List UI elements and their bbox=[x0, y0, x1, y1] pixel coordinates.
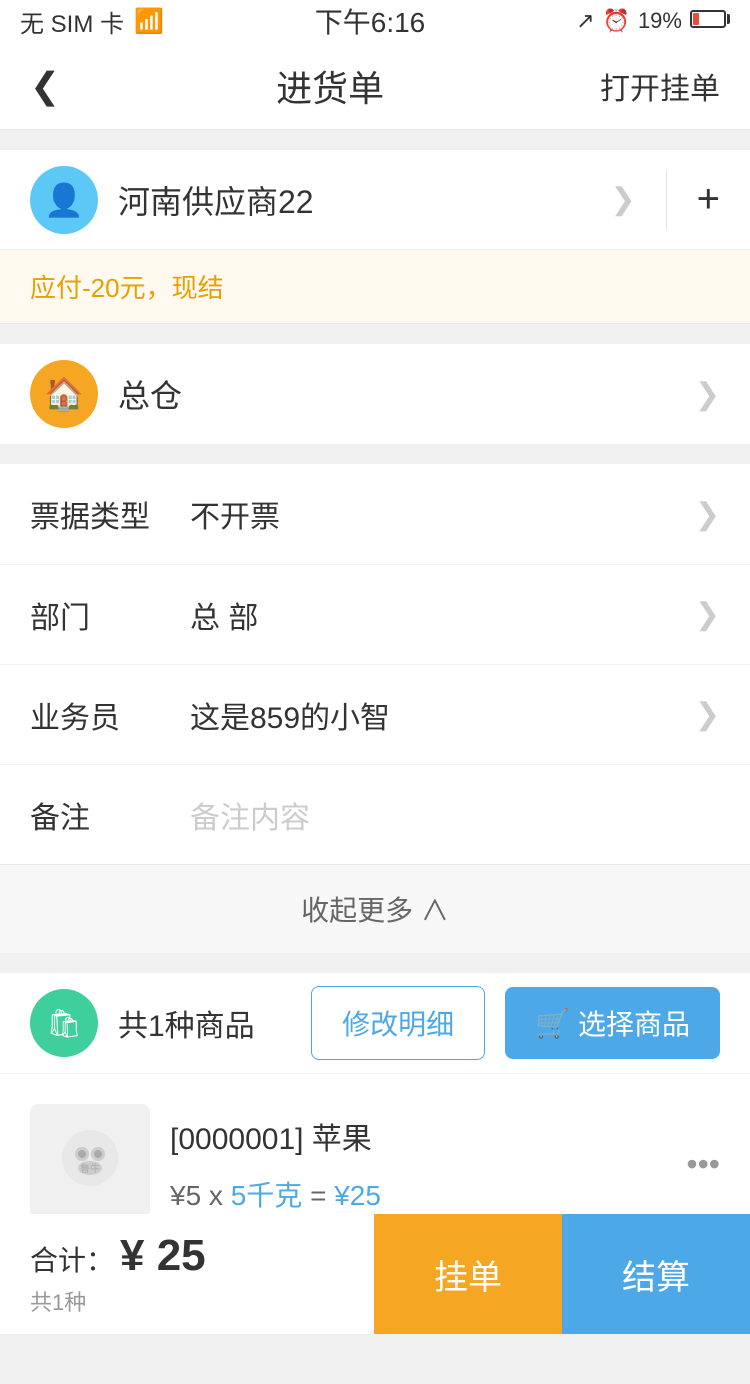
supplier-info: 👤 河南供应商22 bbox=[30, 166, 611, 234]
form-card: 票据类型 不开票 ❯ 部门 总 部 ❯ 业务员 这是859的小智 ❯ 备注 备注… bbox=[0, 464, 750, 953]
product-info: [0000001] 苹果 ¥5 x 5千克 = ¥25 bbox=[170, 1114, 666, 1214]
bag-icon: 🛍 bbox=[46, 1007, 82, 1040]
product-quantity: 5千克 bbox=[231, 1180, 303, 1211]
collapse-row[interactable]: 收起更多 ∧ bbox=[0, 864, 750, 953]
add-supplier-button[interactable]: + bbox=[697, 177, 720, 222]
supplier-row[interactable]: 👤 河南供应商22 ❯ + bbox=[0, 150, 750, 250]
warehouse-icon: 🏠 bbox=[30, 360, 98, 428]
invoice-type-chevron-icon: ❯ bbox=[695, 497, 720, 532]
back-button[interactable]: ❮ bbox=[30, 65, 60, 107]
product-more-button[interactable]: ••• bbox=[686, 1146, 720, 1183]
hang-button[interactable]: 挂单 bbox=[374, 1214, 562, 1334]
settle-button[interactable]: 结算 bbox=[562, 1214, 750, 1334]
supplier-avatar: 👤 bbox=[30, 166, 98, 234]
status-left: 无 SIM 卡 📶 bbox=[20, 4, 164, 39]
product-thumb-icon: 鲁牛 bbox=[60, 1128, 120, 1200]
cart-icon: 🛒 bbox=[535, 1007, 570, 1040]
battery-label: 19% bbox=[638, 8, 682, 34]
svg-text:鲁牛: 鲁牛 bbox=[80, 1162, 100, 1175]
product-price-row: ¥5 x 5千克 = ¥25 bbox=[170, 1174, 666, 1214]
wifi-icon: 📶 bbox=[134, 7, 164, 36]
warehouse-chevron-icon: ❯ bbox=[695, 377, 720, 412]
supplier-name: 河南供应商22 bbox=[118, 177, 314, 223]
product-total: ¥25 bbox=[334, 1180, 381, 1211]
divider bbox=[666, 170, 667, 230]
product-price: ¥5 x bbox=[170, 1180, 231, 1211]
status-time: 下午6:16 bbox=[315, 1, 426, 41]
total-label: 合计： bbox=[30, 1239, 114, 1279]
nav-bar: ❮ 进货单 打开挂单 bbox=[0, 42, 750, 130]
product-equals: = bbox=[310, 1180, 334, 1211]
total-amount: ¥ 25 bbox=[120, 1231, 206, 1281]
select-product-button[interactable]: 🛒 选择商品 bbox=[505, 987, 720, 1059]
salesperson-chevron-icon: ❯ bbox=[695, 697, 720, 732]
collapse-label: 收起更多 ∧ bbox=[301, 895, 449, 926]
remark-input[interactable]: 备注内容 bbox=[170, 793, 720, 837]
total-section: 合计： ¥ 25 共1种 bbox=[0, 1231, 374, 1317]
gap-2 bbox=[0, 324, 750, 344]
product-name: [0000001] 苹果 bbox=[170, 1114, 666, 1158]
battery-icon bbox=[690, 8, 730, 34]
department-row[interactable]: 部门 总 部 ❯ bbox=[0, 564, 750, 664]
department-label: 部门 bbox=[30, 593, 170, 637]
invoice-type-row[interactable]: 票据类型 不开票 ❯ bbox=[0, 464, 750, 564]
open-hang-button[interactable]: 打开挂单 bbox=[600, 64, 720, 108]
gap-4 bbox=[0, 953, 750, 973]
page-title: 进货单 bbox=[276, 60, 384, 112]
alert-text: 应付-20元，现结 bbox=[30, 273, 224, 303]
status-bar: 无 SIM 卡 📶 下午6:16 ↗ ⏰ 19% bbox=[0, 0, 750, 42]
alert-bar: 应付-20元，现结 bbox=[0, 250, 750, 324]
alarm-icon: ⏰ bbox=[603, 8, 630, 34]
invoice-type-value: 不开票 bbox=[170, 492, 695, 536]
salesperson-label: 业务员 bbox=[30, 693, 170, 737]
gap-1 bbox=[0, 130, 750, 150]
product-icon: 🛍 bbox=[30, 989, 98, 1057]
department-chevron-icon: ❯ bbox=[695, 597, 720, 632]
warehouse-card: 🏠 总仓 ❯ bbox=[0, 344, 750, 444]
sim-label: 无 SIM 卡 bbox=[20, 4, 124, 39]
total-sub: 共1种 bbox=[30, 1285, 344, 1317]
status-right: ↗ ⏰ 19% bbox=[576, 8, 730, 34]
edit-detail-button[interactable]: 修改明细 bbox=[311, 986, 485, 1060]
bottom-bar: 合计： ¥ 25 共1种 挂单 结算 bbox=[0, 1214, 750, 1334]
select-product-label: 选择商品 bbox=[578, 1003, 690, 1043]
product-count: 共1种商品 bbox=[118, 1001, 291, 1045]
department-value: 总 部 bbox=[170, 593, 695, 637]
warehouse-symbol: 🏠 bbox=[44, 375, 84, 413]
supplier-card: 👤 河南供应商22 ❯ + 应付-20元，现结 bbox=[0, 150, 750, 324]
invoice-type-label: 票据类型 bbox=[30, 492, 170, 536]
supplier-chevron-icon: ❯ bbox=[611, 182, 636, 217]
remark-label: 备注 bbox=[30, 793, 170, 837]
location-icon: ↗ bbox=[576, 8, 594, 34]
product-code: [0000001] bbox=[170, 1123, 312, 1156]
warehouse-name: 总仓 bbox=[118, 371, 695, 417]
salesperson-row[interactable]: 业务员 这是859的小智 ❯ bbox=[0, 664, 750, 764]
salesperson-value: 这是859的小智 bbox=[170, 693, 695, 737]
remark-row[interactable]: 备注 备注内容 bbox=[0, 764, 750, 864]
warehouse-row[interactable]: 🏠 总仓 ❯ bbox=[0, 344, 750, 444]
avatar-icon: 👤 bbox=[44, 181, 84, 219]
product-header: 🛍 共1种商品 修改明细 🛒 选择商品 bbox=[0, 973, 750, 1073]
gap-3 bbox=[0, 444, 750, 464]
product-title: 苹果 bbox=[312, 1123, 372, 1156]
product-thumbnail: 鲁牛 bbox=[30, 1104, 150, 1224]
